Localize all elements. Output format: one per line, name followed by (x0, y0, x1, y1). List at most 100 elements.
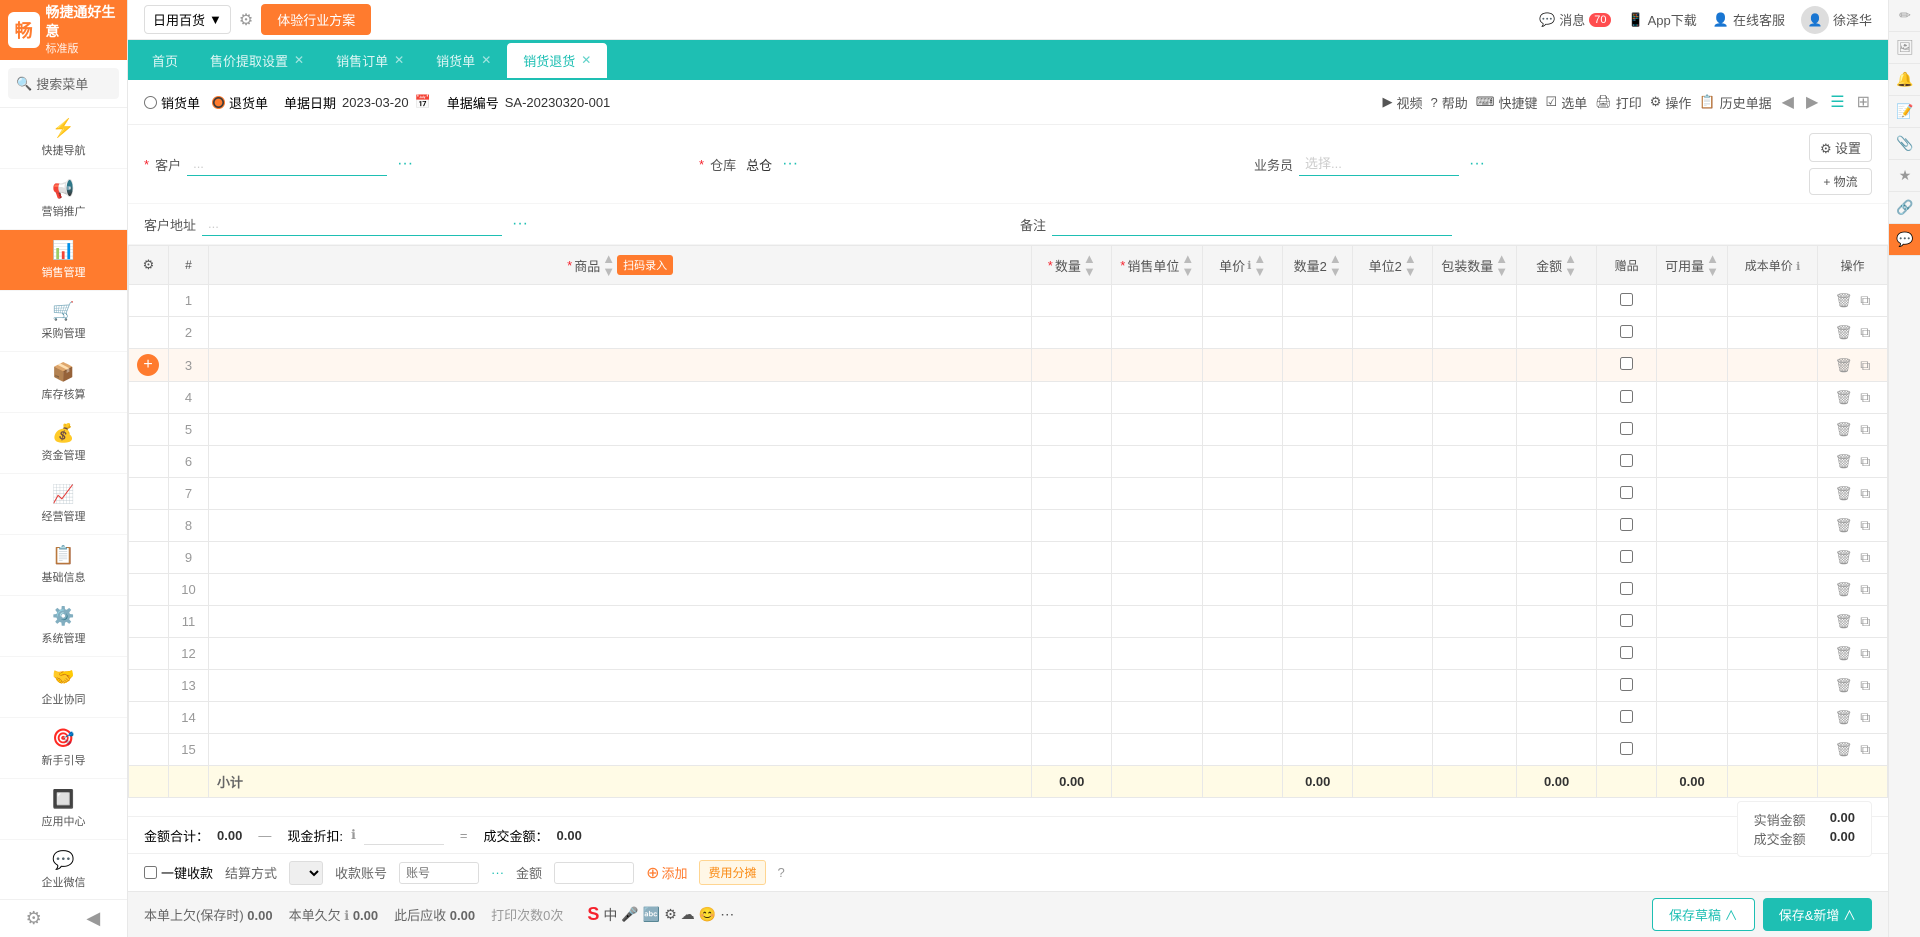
unit-cell[interactable] (1112, 349, 1203, 382)
unit-cell[interactable] (1112, 285, 1203, 317)
product-input[interactable] (217, 358, 1023, 373)
copy-row-button[interactable]: ⧉ (1858, 547, 1872, 568)
qty-cell[interactable] (1032, 574, 1112, 606)
delete-row-button[interactable]: 🗑 (1833, 675, 1855, 696)
gift-cell[interactable] (1597, 702, 1657, 734)
cost-cell[interactable] (1728, 446, 1818, 478)
video-button[interactable]: ▶ 视频 (1383, 93, 1423, 112)
history-button[interactable]: 📋 历史单据 (1699, 93, 1771, 112)
gift-cell[interactable] (1597, 574, 1657, 606)
gift-checkbox[interactable] (1620, 454, 1633, 467)
price-cell[interactable] (1203, 702, 1283, 734)
tab-close-icon[interactable]: ✕ (394, 53, 404, 67)
calendar-icon[interactable]: 📅 (415, 94, 431, 110)
gift-checkbox[interactable] (1620, 390, 1633, 403)
grid-view-button[interactable]: ☰ (1828, 90, 1846, 114)
avail-cell[interactable] (1657, 317, 1728, 349)
qty-cell[interactable] (1032, 702, 1112, 734)
cost-cell[interactable] (1728, 542, 1818, 574)
qty2-cell[interactable] (1283, 542, 1353, 574)
price-cell[interactable] (1203, 734, 1283, 766)
sidebar-item-finance[interactable]: 💰资金管理 (0, 413, 127, 474)
qty-cell[interactable] (1032, 285, 1112, 317)
sidebar-item-marketing[interactable]: 📢营销推广 (0, 169, 127, 230)
one-click-payment-checkbox[interactable]: 一键收款 (144, 863, 213, 882)
product-cell[interactable] (209, 638, 1032, 670)
qty2-cell[interactable] (1283, 734, 1353, 766)
save-draft-button[interactable]: 保存草稿 ∧ (1652, 898, 1755, 931)
delete-row-button[interactable]: 🗑 (1833, 579, 1855, 600)
price-cell[interactable] (1203, 317, 1283, 349)
gift-cell[interactable] (1597, 638, 1657, 670)
avail-cell[interactable] (1657, 285, 1728, 317)
delete-row-button[interactable]: 🗑 (1833, 355, 1855, 376)
unit-cell[interactable] (1112, 542, 1203, 574)
price-cell[interactable] (1203, 382, 1283, 414)
sidebar-item-sales[interactable]: 📊销售管理 (0, 230, 127, 291)
copy-row-button[interactable]: ⧉ (1858, 451, 1872, 472)
gift-checkbox[interactable] (1620, 646, 1633, 659)
copy-row-button[interactable]: ⧉ (1858, 707, 1872, 728)
prev-doc-button[interactable]: ◀ (1780, 90, 1796, 114)
avail-cell[interactable] (1657, 446, 1728, 478)
user-profile[interactable]: 👤 徐泽华 (1801, 6, 1872, 34)
delete-row-button[interactable]: 🗑 (1833, 515, 1855, 536)
settlement-select[interactable] (289, 861, 323, 885)
sidebar-item-basic[interactable]: 📋基础信息 (0, 535, 127, 596)
unit2-cell[interactable] (1353, 606, 1433, 638)
copy-row-button[interactable]: ⧉ (1858, 419, 1872, 440)
unit2-cell[interactable] (1353, 446, 1433, 478)
avail-cell[interactable] (1657, 382, 1728, 414)
unit2-cell[interactable] (1353, 414, 1433, 446)
unit-cell[interactable] (1112, 382, 1203, 414)
logistics-button[interactable]: + 物流 (1809, 168, 1872, 195)
pkg-cell[interactable] (1433, 446, 1517, 478)
unit2-cell[interactable] (1353, 317, 1433, 349)
copy-row-button[interactable]: ⧉ (1858, 387, 1872, 408)
bell-sidebar-icon[interactable]: 🔔 (1889, 64, 1920, 96)
gift-cell[interactable] (1597, 734, 1657, 766)
unit2-cell[interactable] (1353, 510, 1433, 542)
unit-cell[interactable] (1112, 670, 1203, 702)
copy-row-button[interactable]: ⧉ (1858, 579, 1872, 600)
qty-cell[interactable] (1032, 349, 1112, 382)
sidebar-item-cooperation[interactable]: 🤝企业协同 (0, 657, 127, 718)
cost-cell[interactable] (1728, 317, 1818, 349)
unit-cell[interactable] (1112, 414, 1203, 446)
price-cell[interactable] (1203, 285, 1283, 317)
avail-cell[interactable] (1657, 478, 1728, 510)
note-input[interactable] (1052, 212, 1452, 236)
note-sidebar-icon[interactable]: 📝 (1889, 96, 1920, 128)
unit-cell[interactable] (1112, 606, 1203, 638)
delete-row-button[interactable]: 🗑 (1833, 547, 1855, 568)
shortcut-button[interactable]: ⌨ 快捷键 (1476, 93, 1538, 112)
qty-cell[interactable] (1032, 670, 1112, 702)
settings-button[interactable]: ⚙ 设置 (1809, 133, 1872, 162)
avail-cell[interactable] (1657, 638, 1728, 670)
gift-checkbox[interactable] (1620, 422, 1633, 435)
copy-row-button[interactable]: ⧉ (1858, 643, 1872, 664)
gift-checkbox[interactable] (1620, 582, 1633, 595)
add-row-button[interactable]: + (137, 354, 159, 376)
amount-cell[interactable] (1517, 606, 1597, 638)
sidebar-item-guide[interactable]: 🎯新手引导 (0, 718, 127, 779)
gift-checkbox[interactable] (1620, 550, 1633, 563)
salesperson-dots-button[interactable]: ··· (1469, 155, 1485, 173)
product-cell[interactable] (209, 285, 1032, 317)
pkg-cell[interactable] (1433, 606, 1517, 638)
pkg-cell[interactable] (1433, 382, 1517, 414)
sidebar-item-purchase[interactable]: 🛒采购管理 (0, 291, 127, 352)
return-order-radio[interactable]: 退货单 (212, 93, 268, 112)
product-cell[interactable] (209, 446, 1032, 478)
gift-cell[interactable] (1597, 670, 1657, 702)
amount-cell[interactable] (1517, 382, 1597, 414)
tab-销货单[interactable]: 销货单✕ (420, 43, 507, 78)
pkg-cell[interactable] (1433, 349, 1517, 382)
message-button[interactable]: 💬 消息 70 (1539, 10, 1611, 29)
save-new-button[interactable]: 保存&新增 ∧ (1763, 898, 1872, 931)
gift-cell[interactable] (1597, 606, 1657, 638)
qty2-cell[interactable] (1283, 446, 1353, 478)
qty2-cell[interactable] (1283, 414, 1353, 446)
settings-footer-icon[interactable]: ⚙ (8, 908, 60, 929)
pkg-cell[interactable] (1433, 510, 1517, 542)
